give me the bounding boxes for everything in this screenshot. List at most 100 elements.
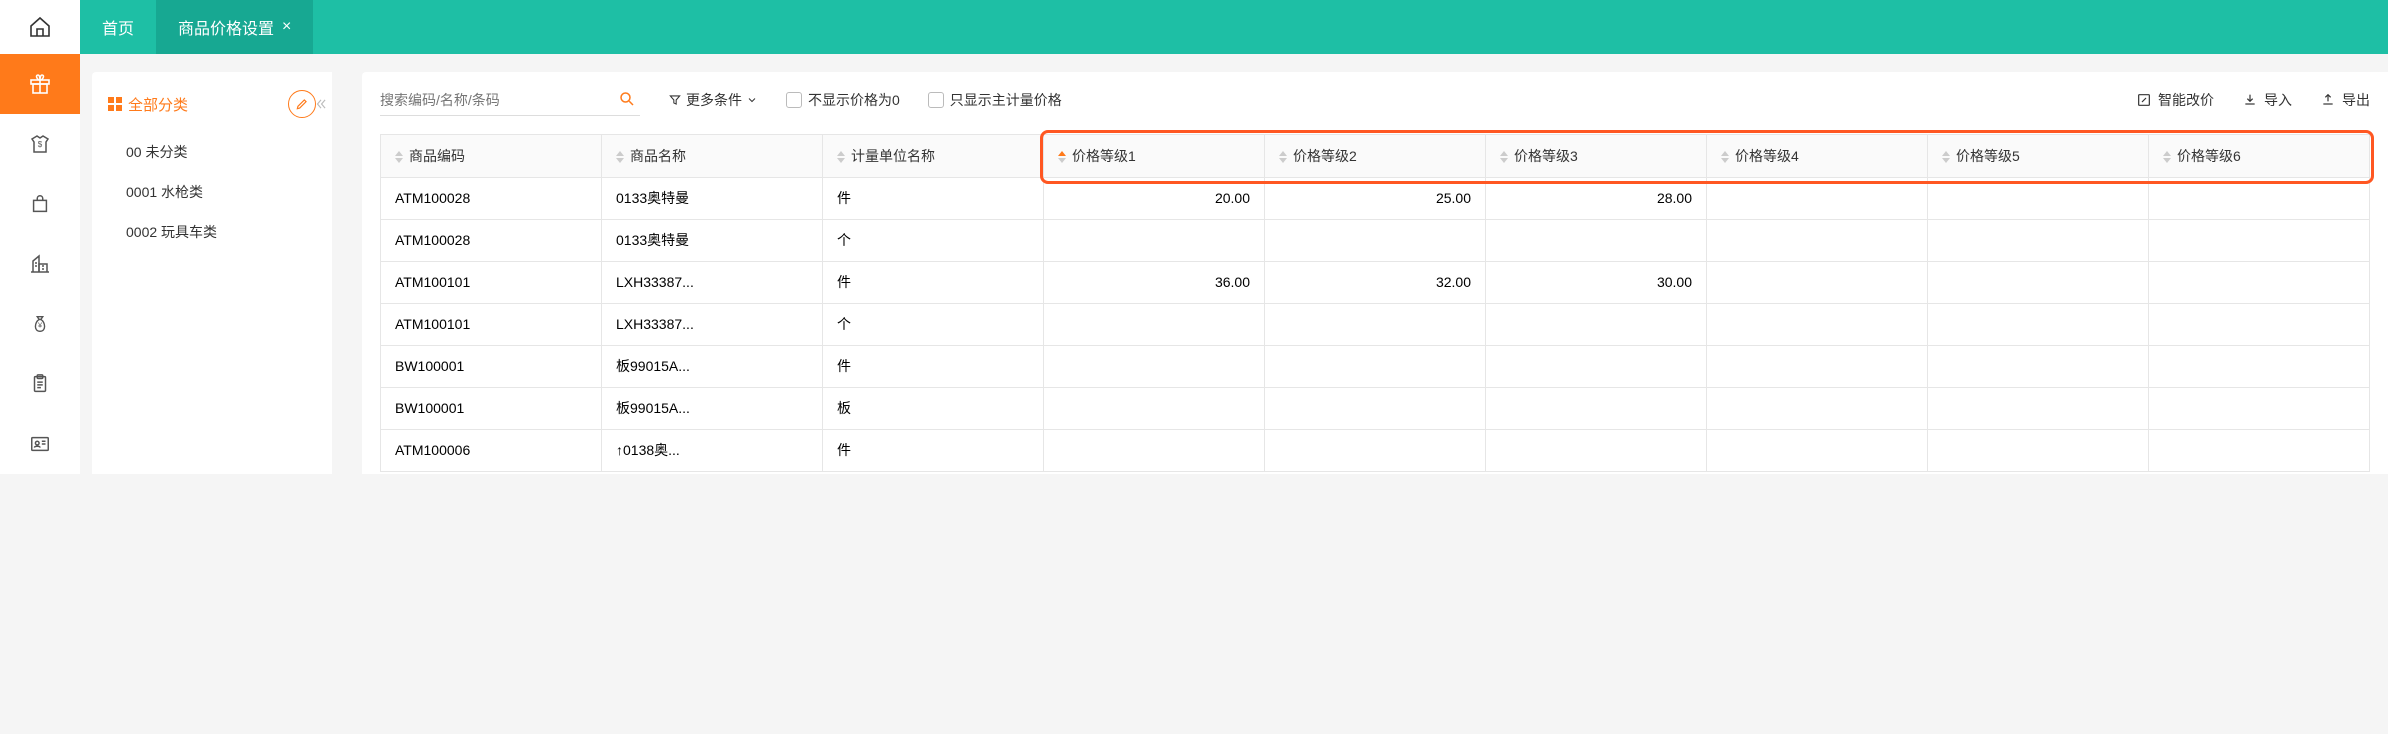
cell-name[interactable]: 0133奥特曼 <box>602 177 823 219</box>
col-price-level-4[interactable]: 价格等级4 <box>1707 135 1928 177</box>
table-row[interactable]: ATM1000280133奥特曼件20.0025.0028.00 <box>381 177 2370 219</box>
cell-p4[interactable] <box>1707 429 1928 471</box>
cell-p2[interactable]: 32.00 <box>1265 261 1486 303</box>
cell-p6[interactable] <box>2149 387 2370 429</box>
only-main-unit-checkbox[interactable]: 只显示主计量价格 <box>928 90 1062 110</box>
cell-p4[interactable] <box>1707 345 1928 387</box>
cell-p6[interactable] <box>2149 219 2370 261</box>
cell-code[interactable]: ATM100101 <box>381 303 602 345</box>
col-price-level-6[interactable]: 价格等级6 <box>2149 135 2370 177</box>
cell-p5[interactable] <box>1928 303 2149 345</box>
category-item-toy-car[interactable]: 0002 玩具车类 <box>92 212 332 252</box>
table-row[interactable]: BW100001板99015A...件 <box>381 345 2370 387</box>
cell-p3[interactable] <box>1486 219 1707 261</box>
more-conditions-button[interactable]: 更多条件 <box>668 90 758 110</box>
cell-code[interactable]: ATM100028 <box>381 177 602 219</box>
cell-code[interactable]: ATM100006 <box>381 429 602 471</box>
cell-p1[interactable] <box>1044 345 1265 387</box>
table-row[interactable]: ATM100006↑0138奥...件 <box>381 429 2370 471</box>
cell-name[interactable]: LXH33387... <box>602 303 823 345</box>
cell-p1[interactable] <box>1044 303 1265 345</box>
col-unit-name[interactable]: 计量单位名称 <box>823 135 1044 177</box>
cell-p4[interactable] <box>1707 177 1928 219</box>
col-product-name[interactable]: 商品名称 <box>602 135 823 177</box>
cell-p3[interactable]: 30.00 <box>1486 261 1707 303</box>
tab-product-price-settings[interactable]: 商品价格设置 × <box>156 0 313 54</box>
collapse-sidebar-button[interactable] <box>309 92 333 116</box>
rail-money-bag[interactable]: ¥ <box>0 294 80 354</box>
cell-p3[interactable] <box>1486 303 1707 345</box>
cell-p5[interactable] <box>1928 345 2149 387</box>
cell-p6[interactable] <box>2149 261 2370 303</box>
cell-p5[interactable] <box>1928 177 2149 219</box>
cell-p1[interactable]: 20.00 <box>1044 177 1265 219</box>
category-item-uncategorized[interactable]: 00 未分类 <box>92 132 332 172</box>
import-button[interactable]: 导入 <box>2242 90 2292 110</box>
all-categories[interactable]: 全部分类 <box>108 94 188 115</box>
smart-price-button[interactable]: 智能改价 <box>2136 90 2214 110</box>
cell-unit[interactable]: 件 <box>823 261 1044 303</box>
col-price-level-3[interactable]: 价格等级3 <box>1486 135 1707 177</box>
cell-name[interactable]: 板99015A... <box>602 387 823 429</box>
cell-p6[interactable] <box>2149 345 2370 387</box>
rail-clipboard[interactable] <box>0 354 80 414</box>
col-price-level-2[interactable]: 价格等级2 <box>1265 135 1486 177</box>
cell-p1[interactable]: 36.00 <box>1044 261 1265 303</box>
rail-id-card[interactable] <box>0 414 80 474</box>
rail-dollar-shirt[interactable]: $ <box>0 114 80 174</box>
cell-p1[interactable] <box>1044 387 1265 429</box>
cell-code[interactable]: ATM100028 <box>381 219 602 261</box>
table-row[interactable]: ATM100101LXH33387...个 <box>381 303 2370 345</box>
cell-p4[interactable] <box>1707 219 1928 261</box>
rail-bag[interactable] <box>0 174 80 234</box>
cell-p1[interactable] <box>1044 219 1265 261</box>
cell-p2[interactable] <box>1265 387 1486 429</box>
col-price-level-1[interactable]: 价格等级1 <box>1044 135 1265 177</box>
cell-p6[interactable] <box>2149 429 2370 471</box>
col-price-level-5[interactable]: 价格等级5 <box>1928 135 2149 177</box>
cell-p3[interactable] <box>1486 345 1707 387</box>
cell-name[interactable]: 0133奥特曼 <box>602 219 823 261</box>
cell-p2[interactable] <box>1265 429 1486 471</box>
cell-p5[interactable] <box>1928 387 2149 429</box>
table-row[interactable]: BW100001板99015A...板 <box>381 387 2370 429</box>
cell-p6[interactable] <box>2149 177 2370 219</box>
cell-p4[interactable] <box>1707 387 1928 429</box>
cell-name[interactable]: LXH33387... <box>602 261 823 303</box>
cell-code[interactable]: BW100001 <box>381 387 602 429</box>
cell-unit[interactable]: 件 <box>823 429 1044 471</box>
cell-p4[interactable] <box>1707 303 1928 345</box>
cell-code[interactable]: ATM100101 <box>381 261 602 303</box>
search-button[interactable] <box>618 90 636 111</box>
category-item-water-gun[interactable]: 0001 水枪类 <box>92 172 332 212</box>
cell-name[interactable]: 板99015A... <box>602 345 823 387</box>
cell-code[interactable]: BW100001 <box>381 345 602 387</box>
rail-gift[interactable] <box>0 54 80 114</box>
cell-p2[interactable] <box>1265 345 1486 387</box>
cell-unit[interactable]: 件 <box>823 177 1044 219</box>
cell-unit[interactable]: 件 <box>823 345 1044 387</box>
home-icon-slot[interactable] <box>0 0 80 54</box>
cell-p3[interactable] <box>1486 387 1707 429</box>
cell-p6[interactable] <box>2149 303 2370 345</box>
cell-p5[interactable] <box>1928 219 2149 261</box>
hide-zero-price-checkbox[interactable]: 不显示价格为0 <box>786 90 900 110</box>
cell-p1[interactable] <box>1044 429 1265 471</box>
col-product-code[interactable]: 商品编码 <box>381 135 602 177</box>
cell-unit[interactable]: 板 <box>823 387 1044 429</box>
close-icon[interactable]: × <box>282 19 291 35</box>
cell-p2[interactable] <box>1265 219 1486 261</box>
cell-p5[interactable] <box>1928 429 2149 471</box>
cell-p3[interactable] <box>1486 429 1707 471</box>
cell-p2[interactable] <box>1265 303 1486 345</box>
tab-home[interactable]: 首页 <box>80 0 156 54</box>
search-input[interactable] <box>380 84 640 116</box>
rail-building[interactable] <box>0 234 80 294</box>
export-button[interactable]: 导出 <box>2320 90 2370 110</box>
cell-p3[interactable]: 28.00 <box>1486 177 1707 219</box>
cell-p5[interactable] <box>1928 261 2149 303</box>
table-row[interactable]: ATM100101LXH33387...件36.0032.0030.00 <box>381 261 2370 303</box>
cell-name[interactable]: ↑0138奥... <box>602 429 823 471</box>
cell-p2[interactable]: 25.00 <box>1265 177 1486 219</box>
cell-p4[interactable] <box>1707 261 1928 303</box>
